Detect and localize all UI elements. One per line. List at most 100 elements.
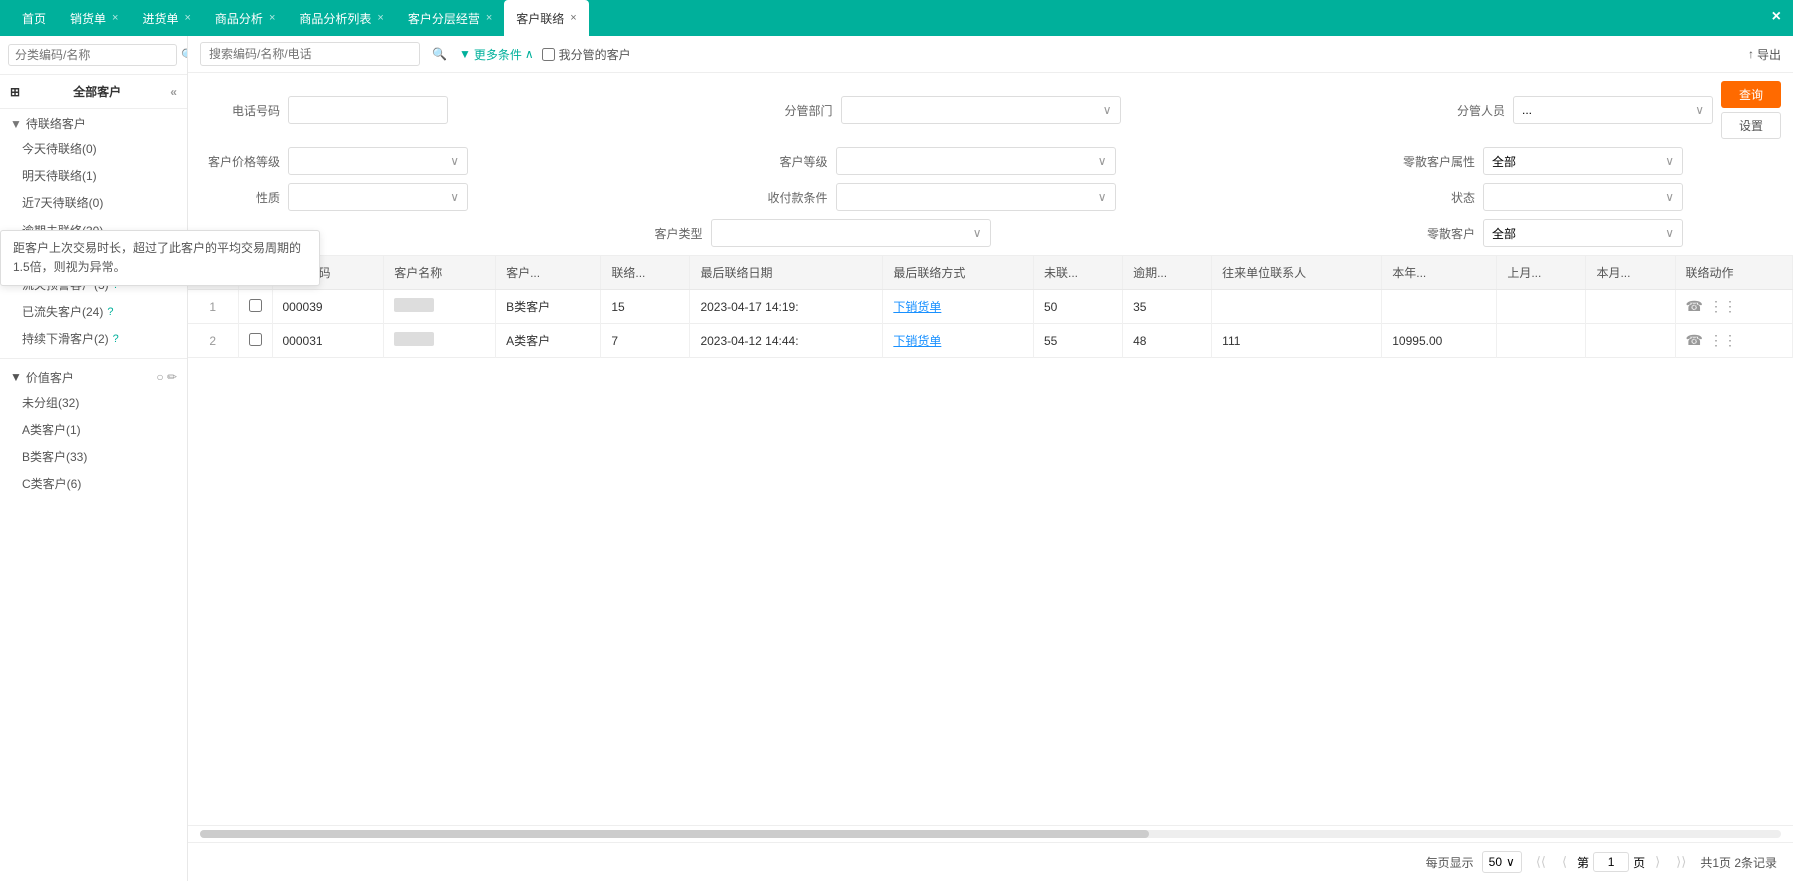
row1-select[interactable] [249,299,262,312]
row2-this-month [1586,324,1675,358]
value-arrow-icon: ▼ [10,370,22,384]
sidebar-collapse-icon[interactable]: « [170,85,177,99]
person-label: 分管人员 [1425,102,1505,119]
nav-customer-segment[interactable]: 客户分层经营 × [396,0,504,36]
gender-select[interactable]: ∨ [288,183,468,211]
content-area: 🔍 ▼ 更多条件 ∧ 我分管的客户 ↑ 导出 电话号码 分管部门 [188,36,1793,881]
row2-call-icon[interactable]: ☎ [1686,332,1703,349]
row1-this-year [1382,290,1497,324]
retail-customer-select[interactable]: 全部 ∨ [1483,219,1683,247]
row2-last-month [1497,324,1586,358]
sidebar-pending-group[interactable]: ▼ 待联络客户 [0,109,187,136]
col-overdue-header: 逾期... [1123,256,1212,290]
export-button[interactable]: ↑ 导出 [1748,46,1781,63]
sidebar-declining-customers[interactable]: 持续下滑客户(2) ? [0,326,187,353]
retail-attr-label: 零散客户属性 [1395,153,1475,170]
row1-this-month [1586,290,1675,324]
row2-more-icon[interactable]: ⋮⋮ [1709,332,1737,349]
filter-more-conditions[interactable]: ▼ 更多条件 ∧ [459,46,534,63]
horizontal-scrollbar[interactable] [188,825,1793,842]
last-page-btn[interactable]: ⟩⟩ [1670,852,1692,872]
close-customer-segment-icon[interactable]: × [486,12,492,24]
row1-checkbox[interactable] [238,290,272,324]
prev-page-btn[interactable]: ⟨ [1556,852,1573,872]
col-contact-header: 联络... [601,256,690,290]
retail-customer-label: 零散客户 [1395,225,1475,242]
filter-actions: 查询 设置 [1721,81,1781,139]
row1-contact: 15 [601,290,690,324]
status-select[interactable]: ∨ [1483,183,1683,211]
filter-bar: 🔍 ▼ 更多条件 ∧ 我分管的客户 ↑ 导出 [188,36,1793,73]
pending-arrow-icon: ▼ [10,117,22,131]
scroll-track [200,830,1781,838]
customer-type-caret: ∨ [973,226,982,240]
nav-customer-contact[interactable]: 客户联络 × [504,0,588,36]
table-row: 1 000039 B类客户 15 2023-04-17 14:19: 下销货单 [188,290,1793,324]
col-this-year-header: 本年... [1382,256,1497,290]
nav-product-analysis[interactable]: 商品分析 × [203,0,287,36]
sidebar-class-a[interactable]: A类客户(1) [0,417,187,444]
close-sales-order-icon[interactable]: × [112,12,118,24]
per-page-select[interactable]: 50 ∨ [1482,851,1522,873]
sidebar-pending-today[interactable]: 今天待联络(0) [0,136,187,163]
first-page-btn[interactable]: ⟨⟨ [1530,852,1552,872]
close-product-analysis-icon[interactable]: × [269,12,275,24]
col-customer-name-header: 客户名称 [384,256,496,290]
sidebar-pending-tomorrow[interactable]: 明天待联络(1) [0,163,187,190]
query-button[interactable]: 查询 [1721,81,1781,108]
filter-search-input[interactable] [200,42,420,66]
customer-type-select[interactable]: ∨ [711,219,991,247]
person-caret-icon: ∨ [1695,103,1704,117]
nav-sales-order[interactable]: 销货单 × [58,0,130,36]
row2-code: 000031 [272,324,384,358]
sidebar-divider [0,358,187,359]
col-last-way-header: 最后联络方式 [883,256,1034,290]
sidebar-pending-7days[interactable]: 近7天待联络(0) [0,190,187,217]
row1-type: B类客户 [496,290,601,324]
filter-search-icon[interactable]: 🔍 [428,47,451,61]
per-page-caret: ∨ [1506,855,1515,869]
nav-home[interactable]: 首页 [10,0,58,36]
row1-name [384,290,496,324]
next-page-btn[interactable]: ⟩ [1649,852,1666,872]
sidebar-ungrouped[interactable]: 未分组(32) [0,390,187,417]
dept-select[interactable]: ∨ [841,96,1121,124]
page-unit: 页 [1633,854,1645,871]
nav-purchase-order[interactable]: 进货单 × [130,0,202,36]
sidebar: 🔍 ⊞ 全部客户 « ▼ 待联络客户 今天待联络(0) 明天待联络(1) 近7天… [0,36,188,881]
sidebar-class-b[interactable]: B类客户(33) [0,444,187,471]
price-grade-select[interactable]: ∨ [288,147,468,175]
phone-input[interactable] [288,96,448,124]
row2-select[interactable] [249,333,262,346]
page-navigation: ⟨⟨ ⟨ 第 页 ⟩ ⟩⟩ [1530,852,1693,872]
customer-grade-select[interactable]: ∨ [836,147,1116,175]
my-customers-checkbox[interactable]: 我分管的客户 [542,46,631,63]
row1-more-icon[interactable]: ⋮⋮ [1709,298,1737,315]
sidebar-search-icon[interactable]: 🔍 [181,48,188,62]
settings-button[interactable]: 设置 [1721,112,1781,139]
sidebar-class-c[interactable]: C类客户(6) [0,471,187,498]
sidebar-lost-customers[interactable]: 已流失客户(24) ? [0,299,187,326]
row2-unit-contact: 111 [1212,324,1382,358]
nav-product-analysis-list[interactable]: 商品分析列表 × [287,0,395,36]
retail-attr-select[interactable]: 全部 ∨ [1483,147,1683,175]
price-grade-label: 客户价格等级 [200,153,280,170]
person-select[interactable]: ... ∨ [1513,96,1713,124]
pay-select[interactable]: ∨ [836,183,1116,211]
row1-call-icon[interactable]: ☎ [1686,298,1703,315]
phone-label: 电话号码 [200,102,280,119]
filter-row-4: ... 客户类型 ∨ 零散客户 全部 ∨ [200,219,1781,247]
row2-index: 2 [188,324,238,358]
row2-this-year: 10995.00 [1382,324,1497,358]
my-customers-checkbox-input[interactable] [542,48,555,61]
row2-checkbox[interactable] [238,324,272,358]
scroll-thumb[interactable] [200,830,1149,838]
row1-unit-contact [1212,290,1382,324]
close-product-list-icon[interactable]: × [377,12,383,24]
close-purchase-order-icon[interactable]: × [184,12,190,24]
sidebar-search-input[interactable] [8,44,177,66]
close-customer-contact-icon[interactable]: × [570,12,576,24]
window-close-button[interactable]: × [1772,8,1781,26]
sidebar-value-group[interactable]: ▼ 价值客户 ○ ✏ [0,363,187,390]
current-page-input[interactable] [1593,852,1629,872]
